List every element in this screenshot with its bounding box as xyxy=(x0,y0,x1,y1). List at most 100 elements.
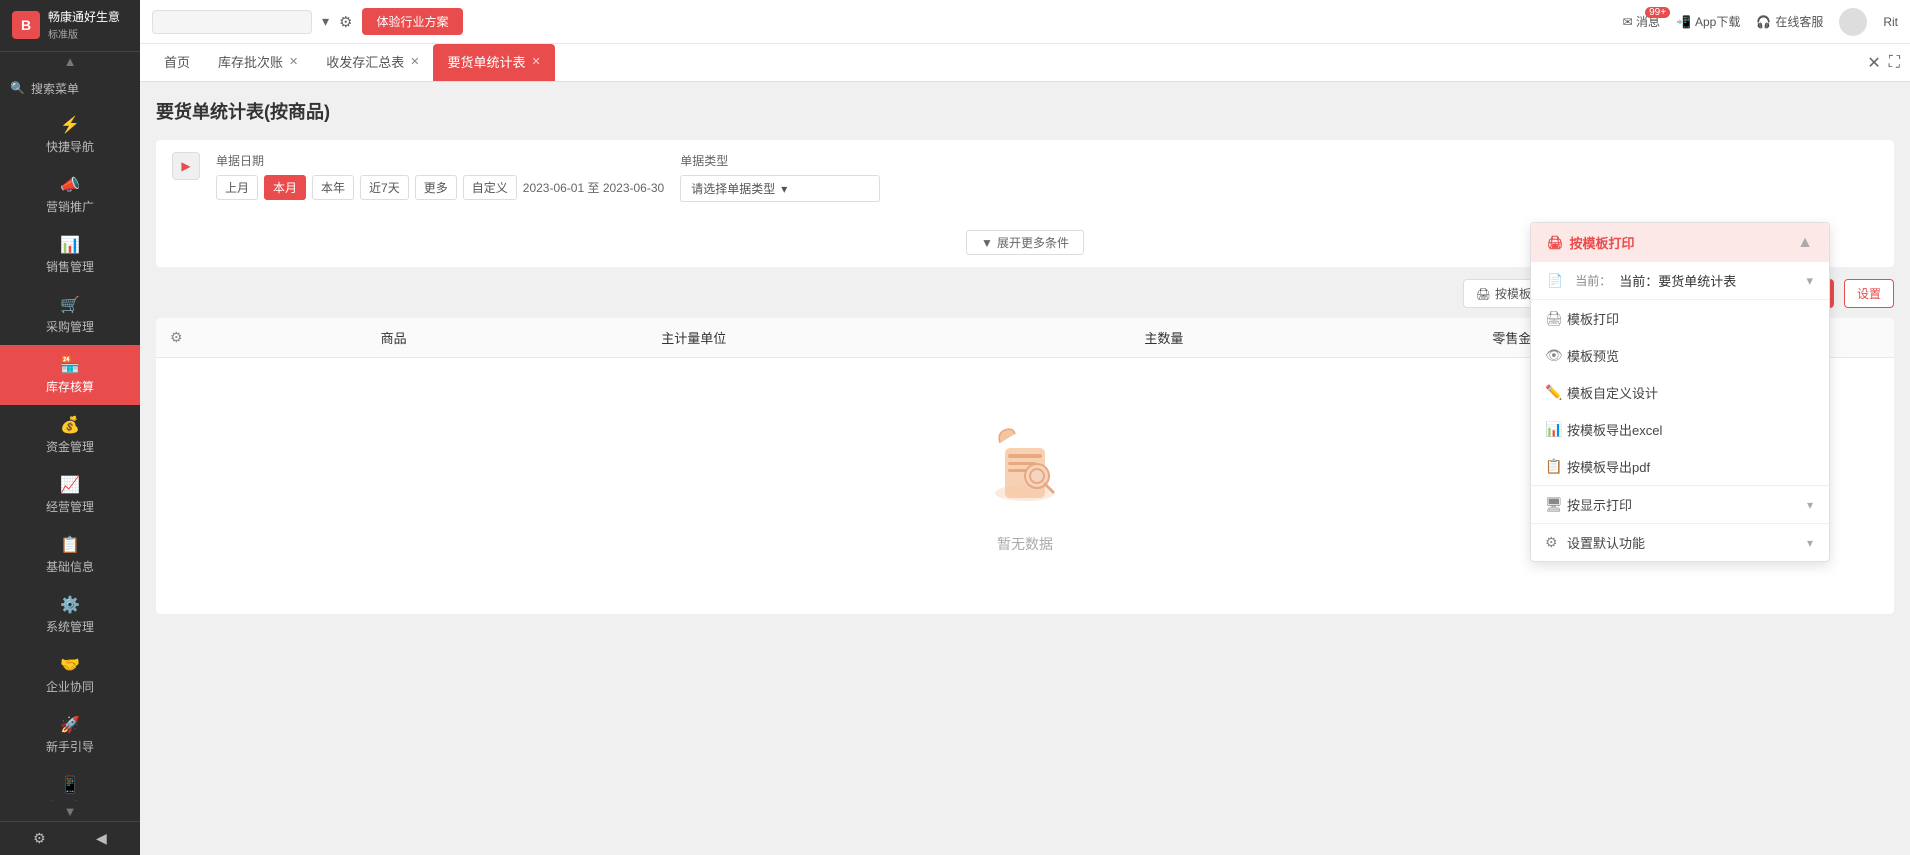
type-filter-select[interactable]: 请选择单据类型 ▾ xyxy=(680,175,880,202)
sidebar-item-app-center[interactable]: 📱 应用中心 xyxy=(0,765,140,801)
date-range-display: 2023-06-01 至 2023-06-30 xyxy=(523,179,664,196)
filter-expand-toggle[interactable]: ▶ xyxy=(172,152,200,180)
col-goods: 商品 xyxy=(367,318,648,358)
logo-text: 畅康通好生意 标准版 xyxy=(48,10,120,41)
collapse-sidebar-icon[interactable]: ◀ xyxy=(96,830,107,847)
template-print-item[interactable]: 🖨 模板打印 xyxy=(1531,300,1829,337)
date-btn-this-month[interactable]: 本月 xyxy=(264,175,306,200)
tab-close-receipt-summary[interactable]: ✕ xyxy=(410,55,419,68)
template-preview-item[interactable]: 👁 模板预览 xyxy=(1531,337,1829,374)
sidebar-search[interactable]: 🔍 搜索菜单 xyxy=(0,72,140,105)
type-filter-placeholder: 请选择单据类型 xyxy=(691,180,775,197)
trial-button[interactable]: 体验行业方案 xyxy=(362,8,462,35)
download-icon: 📲 xyxy=(1676,15,1691,29)
export-excel-icon: 📊 xyxy=(1545,421,1562,438)
sidebar-item-purchase[interactable]: 🛒 采购管理 xyxy=(0,285,140,345)
select-dropdown-icon: ▾ xyxy=(781,182,787,196)
template-export-pdf-item[interactable]: 📋 按模板导出pdf xyxy=(1531,448,1829,485)
system-icon: ⚙️ xyxy=(60,595,80,615)
tab-home[interactable]: 首页 xyxy=(150,44,204,81)
purchase-icon: 🛒 xyxy=(60,295,80,315)
expand-tab-icon[interactable]: ⛶ xyxy=(1889,54,1900,72)
avatar[interactable] xyxy=(1839,8,1867,36)
tab-receipt-summary[interactable]: 收发存汇总表 ✕ xyxy=(312,44,433,81)
app-download-button[interactable]: 📲 App下载 xyxy=(1676,13,1740,30)
tab-order-summary[interactable]: 要货单统计表 ✕ xyxy=(433,44,554,81)
date-btn-more[interactable]: 更多 xyxy=(415,175,457,200)
sidebar-scroll-down[interactable]: ▼ xyxy=(0,801,140,821)
date-btn-this-year[interactable]: 本年 xyxy=(312,175,354,200)
print-dropdown-panel: 🖨 按模板打印 ▲ 📄 当前： 当前：要货单统计表 ▾ 🖨 模板打印 👁 模板预 xyxy=(1530,222,1830,562)
template-design-item[interactable]: ✏️ 模板自定义设计 xyxy=(1531,374,1829,411)
date-btn-custom[interactable]: 自定义 xyxy=(463,175,517,200)
empty-text: 暂无数据 xyxy=(997,534,1053,554)
display-print-arrow-icon: ▾ xyxy=(1807,498,1813,512)
tabs-right-controls: ✕ ⛶ xyxy=(1867,53,1900,73)
topbar: ▾ ⚙ 体验行业方案 ✉ 消息 99+ 📲 App下载 🎧 在线客服 Rit xyxy=(140,0,1910,44)
tab-close-order-summary[interactable]: ✕ xyxy=(532,55,541,68)
sidebar-bottom: ⚙ ◀ xyxy=(0,821,140,855)
date-btn-last-month[interactable]: 上月 xyxy=(216,175,258,200)
settings-bottom-icon[interactable]: ⚙ xyxy=(33,830,46,847)
default-func-item[interactable]: ⚙ 设置默认功能 ▾ xyxy=(1531,524,1829,561)
col-qty: 主数量 xyxy=(1130,318,1478,358)
settings-button[interactable]: 设置 xyxy=(1844,279,1894,308)
sidebar-item-operations[interactable]: 📈 经营管理 xyxy=(0,465,140,525)
message-badge: 99+ xyxy=(1645,7,1670,18)
expand-more-icon: ▼ xyxy=(981,236,993,250)
sidebar-item-enterprise[interactable]: 🤝 企业协同 xyxy=(0,645,140,705)
topbar-dropdown-icon[interactable]: ▾ xyxy=(322,13,329,30)
tab-close-inventory-batch[interactable]: ✕ xyxy=(289,55,298,68)
date-filter-group: 单据日期 上月 本月 本年 近7天 更多 自定义 2023-06-01 至 20… xyxy=(216,152,664,200)
basic-icon: 📋 xyxy=(60,535,80,555)
print-dropdown-close-icon[interactable]: ▲ xyxy=(1797,234,1813,252)
print-dropdown-title-icon: 🖨 xyxy=(1547,235,1564,251)
online-service-button[interactable]: 🎧 在线客服 xyxy=(1756,13,1823,30)
tab-inventory-batch[interactable]: 库存批次账 ✕ xyxy=(204,44,312,81)
tabs-bar: 首页 库存批次账 ✕ 收发存汇总表 ✕ 要货单统计表 ✕ ✕ ⛶ xyxy=(140,44,1910,82)
default-func-arrow-icon: ▾ xyxy=(1807,536,1813,550)
quick-nav-icon: ⚡ xyxy=(60,115,80,135)
sidebar-item-system[interactable]: ⚙️ 系统管理 xyxy=(0,585,140,645)
date-filter-label: 单据日期 xyxy=(216,152,664,169)
logo-icon: B xyxy=(12,11,40,39)
sidebar-item-inventory[interactable]: 🏪 库存核算 xyxy=(0,345,140,405)
sidebar-item-guide[interactable]: 🚀 新手引导 xyxy=(0,705,140,765)
topbar-search-input[interactable] xyxy=(152,10,312,34)
inventory-icon: 🏪 xyxy=(60,355,80,375)
display-print-item[interactable]: 🖥 按显示打印 ▾ xyxy=(1531,486,1829,524)
sidebar-item-sales[interactable]: 📊 销售管理 xyxy=(0,225,140,285)
col-settings: ⚙ xyxy=(156,318,367,358)
date-filter-row: 上月 本月 本年 近7天 更多 自定义 2023-06-01 至 2023-06… xyxy=(216,175,664,200)
sidebar-item-marketing[interactable]: 📣 营销推广 xyxy=(0,165,140,225)
table-settings-icon[interactable]: ⚙ xyxy=(170,329,183,345)
close-tab-icon[interactable]: ✕ xyxy=(1867,53,1880,73)
current-template-arrow-icon: ▾ xyxy=(1806,273,1813,289)
guide-icon: 🚀 xyxy=(60,715,80,735)
sidebar-logo: B 畅康通好生意 标准版 xyxy=(0,0,140,52)
search-icon: 🔍 xyxy=(10,81,25,95)
topbar-gear-icon[interactable]: ⚙ xyxy=(339,13,352,31)
date-btn-7days[interactable]: 近7天 xyxy=(360,175,409,200)
template-preview-icon: 👁 xyxy=(1545,347,1563,364)
template-print-icon: 🖨 xyxy=(1545,310,1563,327)
template-icon: 📄 xyxy=(1547,273,1563,289)
sales-icon: 📊 xyxy=(60,235,80,255)
sidebar-item-basic[interactable]: 📋 基础信息 xyxy=(0,525,140,585)
finance-icon: 💰 xyxy=(60,415,80,435)
print-dropdown-title: 🖨 按模板打印 xyxy=(1547,233,1635,252)
sidebar-scroll-up[interactable]: ▲ xyxy=(0,52,140,72)
sidebar-item-finance[interactable]: 💰 资金管理 xyxy=(0,405,140,465)
type-filter-label: 单据类型 xyxy=(680,152,880,169)
print-template-section: 🖨 模板打印 👁 模板预览 ✏️ 模板自定义设计 📊 按模板导出excel 📋 xyxy=(1531,300,1829,486)
col-unit: 主计量单位 xyxy=(647,318,1130,358)
message-button[interactable]: ✉ 消息 99+ xyxy=(1623,13,1660,30)
sidebar-item-quick-nav[interactable]: ⚡ 快捷导航 xyxy=(0,105,140,165)
expand-more-button[interactable]: ▼ 展开更多条件 xyxy=(966,230,1084,255)
headset-icon: 🎧 xyxy=(1756,15,1771,29)
template-design-icon: ✏️ xyxy=(1545,384,1562,401)
type-filter-group: 单据类型 请选择单据类型 ▾ xyxy=(680,152,880,202)
enterprise-icon: 🤝 xyxy=(60,655,80,675)
current-template-item[interactable]: 📄 当前： 当前：要货单统计表 ▾ xyxy=(1531,262,1829,300)
template-export-excel-item[interactable]: 📊 按模板导出excel xyxy=(1531,411,1829,448)
